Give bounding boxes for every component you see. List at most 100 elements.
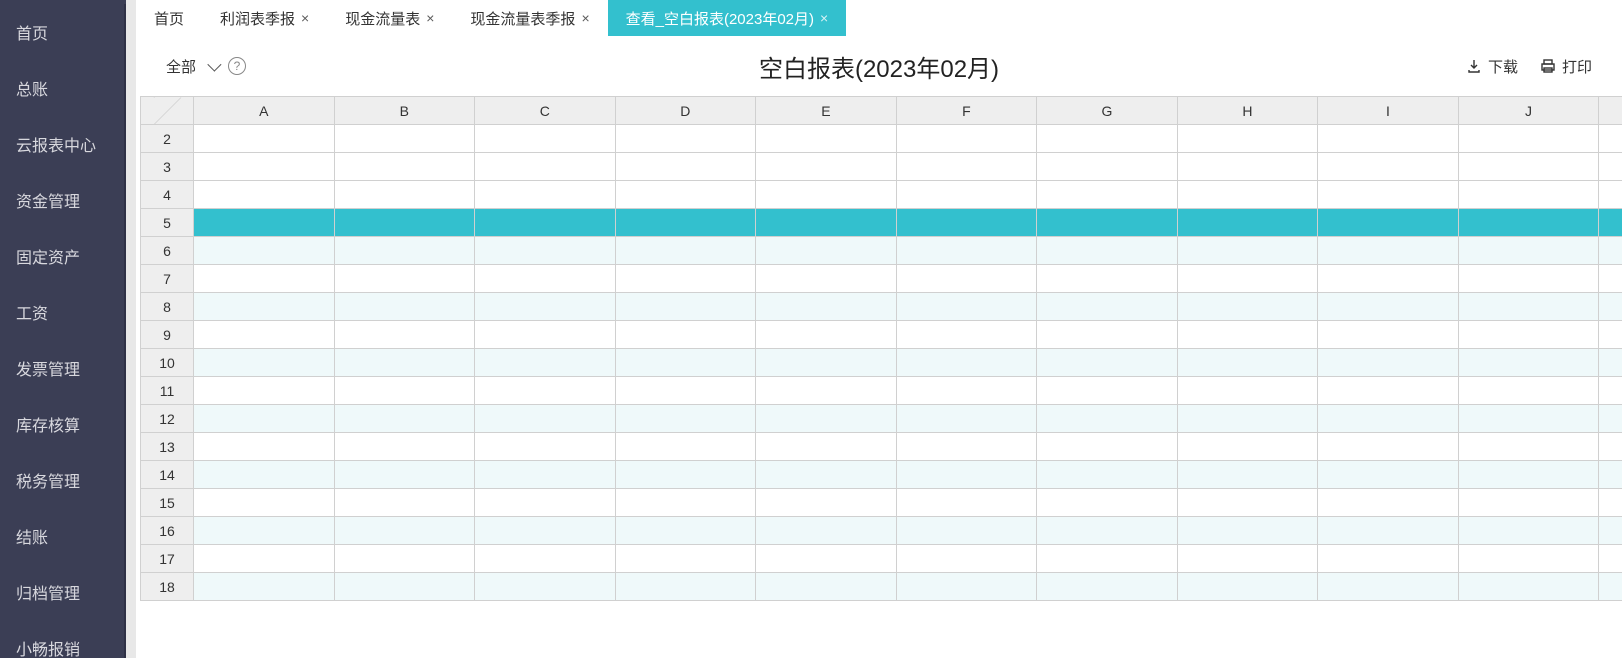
cell-J15[interactable] <box>1458 489 1599 517</box>
cell-D12[interactable] <box>615 405 756 433</box>
cell-D15[interactable] <box>615 489 756 517</box>
cell-F7[interactable] <box>896 265 1037 293</box>
cell-K9[interactable] <box>1599 321 1622 349</box>
cell-K5[interactable] <box>1599 209 1622 237</box>
cell-I6[interactable] <box>1318 237 1459 265</box>
cell-F5[interactable] <box>896 209 1037 237</box>
cell-D13[interactable] <box>615 433 756 461</box>
cell-K12[interactable] <box>1599 405 1622 433</box>
row-header-11[interactable]: 11 <box>141 377 194 405</box>
cell-C17[interactable] <box>475 545 616 573</box>
cell-H2[interactable] <box>1177 125 1318 153</box>
cell-C4[interactable] <box>475 181 616 209</box>
cell-H7[interactable] <box>1177 265 1318 293</box>
column-header-B[interactable]: B <box>334 97 475 125</box>
row-header-16[interactable]: 16 <box>141 517 194 545</box>
cell-I2[interactable] <box>1318 125 1459 153</box>
cell-C9[interactable] <box>475 321 616 349</box>
cell-C7[interactable] <box>475 265 616 293</box>
cell-F6[interactable] <box>896 237 1037 265</box>
cell-I3[interactable] <box>1318 153 1459 181</box>
cell-K13[interactable] <box>1599 433 1622 461</box>
cell-C10[interactable] <box>475 349 616 377</box>
row-header-5[interactable]: 5 <box>141 209 194 237</box>
column-header-H[interactable]: H <box>1177 97 1318 125</box>
row-header-12[interactable]: 12 <box>141 405 194 433</box>
cell-C18[interactable] <box>475 573 616 601</box>
cell-E12[interactable] <box>756 405 897 433</box>
cell-A12[interactable] <box>193 405 334 433</box>
spreadsheet[interactable]: ABCDEFGHIJK23456789101112131415161718 <box>136 96 1622 658</box>
sidebar-item-cloud-reports[interactable]: 云报表中心 <box>0 116 124 172</box>
cell-A5[interactable] <box>193 209 334 237</box>
cell-J4[interactable] <box>1458 181 1599 209</box>
cell-C14[interactable] <box>475 461 616 489</box>
row-header-6[interactable]: 6 <box>141 237 194 265</box>
cell-A7[interactable] <box>193 265 334 293</box>
cell-H9[interactable] <box>1177 321 1318 349</box>
cell-J11[interactable] <box>1458 377 1599 405</box>
cell-H6[interactable] <box>1177 237 1318 265</box>
row-header-8[interactable]: 8 <box>141 293 194 321</box>
cell-I7[interactable] <box>1318 265 1459 293</box>
cell-J18[interactable] <box>1458 573 1599 601</box>
cell-K17[interactable] <box>1599 545 1622 573</box>
sidebar-item-tax[interactable]: 税务管理 <box>0 452 124 508</box>
cell-J8[interactable] <box>1458 293 1599 321</box>
cell-J2[interactable] <box>1458 125 1599 153</box>
cell-G13[interactable] <box>1037 433 1178 461</box>
cell-C6[interactable] <box>475 237 616 265</box>
cell-F15[interactable] <box>896 489 1037 517</box>
cell-D16[interactable] <box>615 517 756 545</box>
cell-D9[interactable] <box>615 321 756 349</box>
cell-E9[interactable] <box>756 321 897 349</box>
column-header-A[interactable]: A <box>193 97 334 125</box>
column-header-G[interactable]: G <box>1037 97 1178 125</box>
cell-G11[interactable] <box>1037 377 1178 405</box>
cell-G12[interactable] <box>1037 405 1178 433</box>
cell-B11[interactable] <box>334 377 475 405</box>
cell-I13[interactable] <box>1318 433 1459 461</box>
cell-A11[interactable] <box>193 377 334 405</box>
cell-K11[interactable] <box>1599 377 1622 405</box>
cell-I11[interactable] <box>1318 377 1459 405</box>
sidebar-item-archive[interactable]: 归档管理 <box>0 564 124 620</box>
cell-D3[interactable] <box>615 153 756 181</box>
cell-D5[interactable] <box>615 209 756 237</box>
cell-K14[interactable] <box>1599 461 1622 489</box>
cell-G10[interactable] <box>1037 349 1178 377</box>
cell-C3[interactable] <box>475 153 616 181</box>
row-header-13[interactable]: 13 <box>141 433 194 461</box>
cell-H13[interactable] <box>1177 433 1318 461</box>
close-icon[interactable]: × <box>426 10 434 26</box>
cell-F16[interactable] <box>896 517 1037 545</box>
cell-D14[interactable] <box>615 461 756 489</box>
cell-C5[interactable] <box>475 209 616 237</box>
cell-E10[interactable] <box>756 349 897 377</box>
cell-G16[interactable] <box>1037 517 1178 545</box>
row-header-17[interactable]: 17 <box>141 545 194 573</box>
cell-C11[interactable] <box>475 377 616 405</box>
cell-B17[interactable] <box>334 545 475 573</box>
cell-H3[interactable] <box>1177 153 1318 181</box>
close-icon[interactable]: × <box>820 10 828 26</box>
cell-K18[interactable] <box>1599 573 1622 601</box>
cell-H18[interactable] <box>1177 573 1318 601</box>
column-header-F[interactable]: F <box>896 97 1037 125</box>
cell-K4[interactable] <box>1599 181 1622 209</box>
cell-F3[interactable] <box>896 153 1037 181</box>
cell-A15[interactable] <box>193 489 334 517</box>
cell-A18[interactable] <box>193 573 334 601</box>
row-header-4[interactable]: 4 <box>141 181 194 209</box>
cell-J13[interactable] <box>1458 433 1599 461</box>
row-header-7[interactable]: 7 <box>141 265 194 293</box>
cell-B6[interactable] <box>334 237 475 265</box>
cell-B9[interactable] <box>334 321 475 349</box>
cell-J9[interactable] <box>1458 321 1599 349</box>
cell-E4[interactable] <box>756 181 897 209</box>
cell-G4[interactable] <box>1037 181 1178 209</box>
cell-C16[interactable] <box>475 517 616 545</box>
row-header-15[interactable]: 15 <box>141 489 194 517</box>
cell-D10[interactable] <box>615 349 756 377</box>
cell-K16[interactable] <box>1599 517 1622 545</box>
